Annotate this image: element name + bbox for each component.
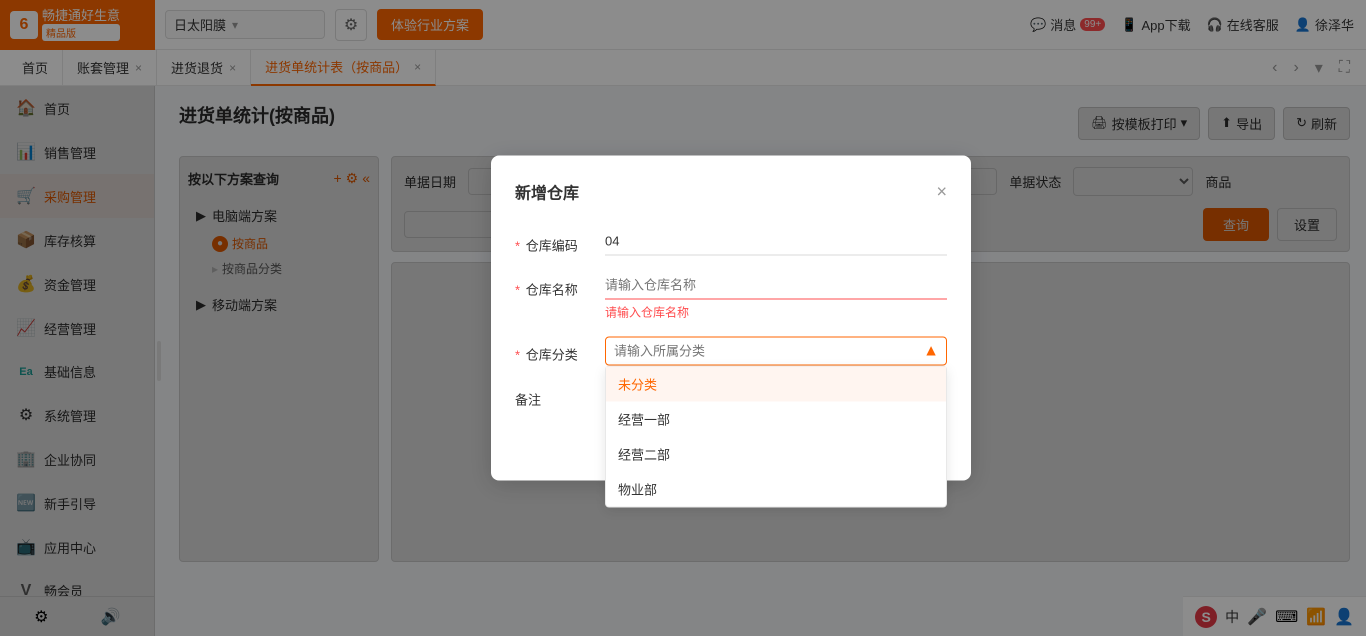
- modal-close-button[interactable]: ×: [936, 181, 947, 202]
- dropdown-item-dept2[interactable]: 经营二部: [606, 437, 946, 472]
- name-error-msg: 请输入仓库名称: [605, 304, 947, 321]
- name-label: * 仓库名称: [515, 272, 605, 299]
- name-control: 请输入仓库名称: [605, 272, 947, 321]
- code-control: [605, 228, 947, 256]
- category-input[interactable]: [605, 337, 947, 366]
- category-control: ▲ 未分类 经营一部 经营二部 物业部: [605, 337, 947, 366]
- note-label: 备注: [515, 382, 605, 409]
- dropdown-item-uncategorized[interactable]: 未分类: [606, 367, 946, 402]
- category-dropdown: 未分类 经营一部 经营二部 物业部: [605, 366, 947, 508]
- dropdown-item-property-label: 物业部: [618, 483, 657, 498]
- new-warehouse-modal: 新增仓库 × * 仓库编码 * 仓库名称 请输入仓库名称 * 仓库分类: [491, 156, 971, 481]
- category-arrow-icon: ▲: [923, 342, 939, 360]
- modal-header: 新增仓库 ×: [515, 180, 947, 204]
- required-star2: *: [515, 283, 520, 298]
- category-select-wrap: ▲: [605, 337, 947, 366]
- name-input[interactable]: [605, 272, 947, 300]
- dropdown-item-dept1-label: 经营一部: [618, 413, 670, 428]
- dropdown-item-dept1[interactable]: 经营一部: [606, 402, 946, 437]
- form-row-category: * 仓库分类 ▲ 未分类 经营一部 经营二部 物业部: [515, 337, 947, 366]
- required-star: *: [515, 239, 520, 254]
- modal-title: 新增仓库: [515, 180, 579, 204]
- dropdown-item-property[interactable]: 物业部: [606, 472, 946, 507]
- form-row-code: * 仓库编码: [515, 228, 947, 256]
- dropdown-item-uncategorized-label: 未分类: [618, 378, 657, 393]
- form-row-name: * 仓库名称 请输入仓库名称: [515, 272, 947, 321]
- dropdown-item-dept2-label: 经营二部: [618, 448, 670, 463]
- code-input[interactable]: [605, 228, 947, 256]
- required-star3: *: [515, 348, 520, 363]
- category-label: * 仓库分类: [515, 337, 605, 364]
- code-label: * 仓库编码: [515, 228, 605, 255]
